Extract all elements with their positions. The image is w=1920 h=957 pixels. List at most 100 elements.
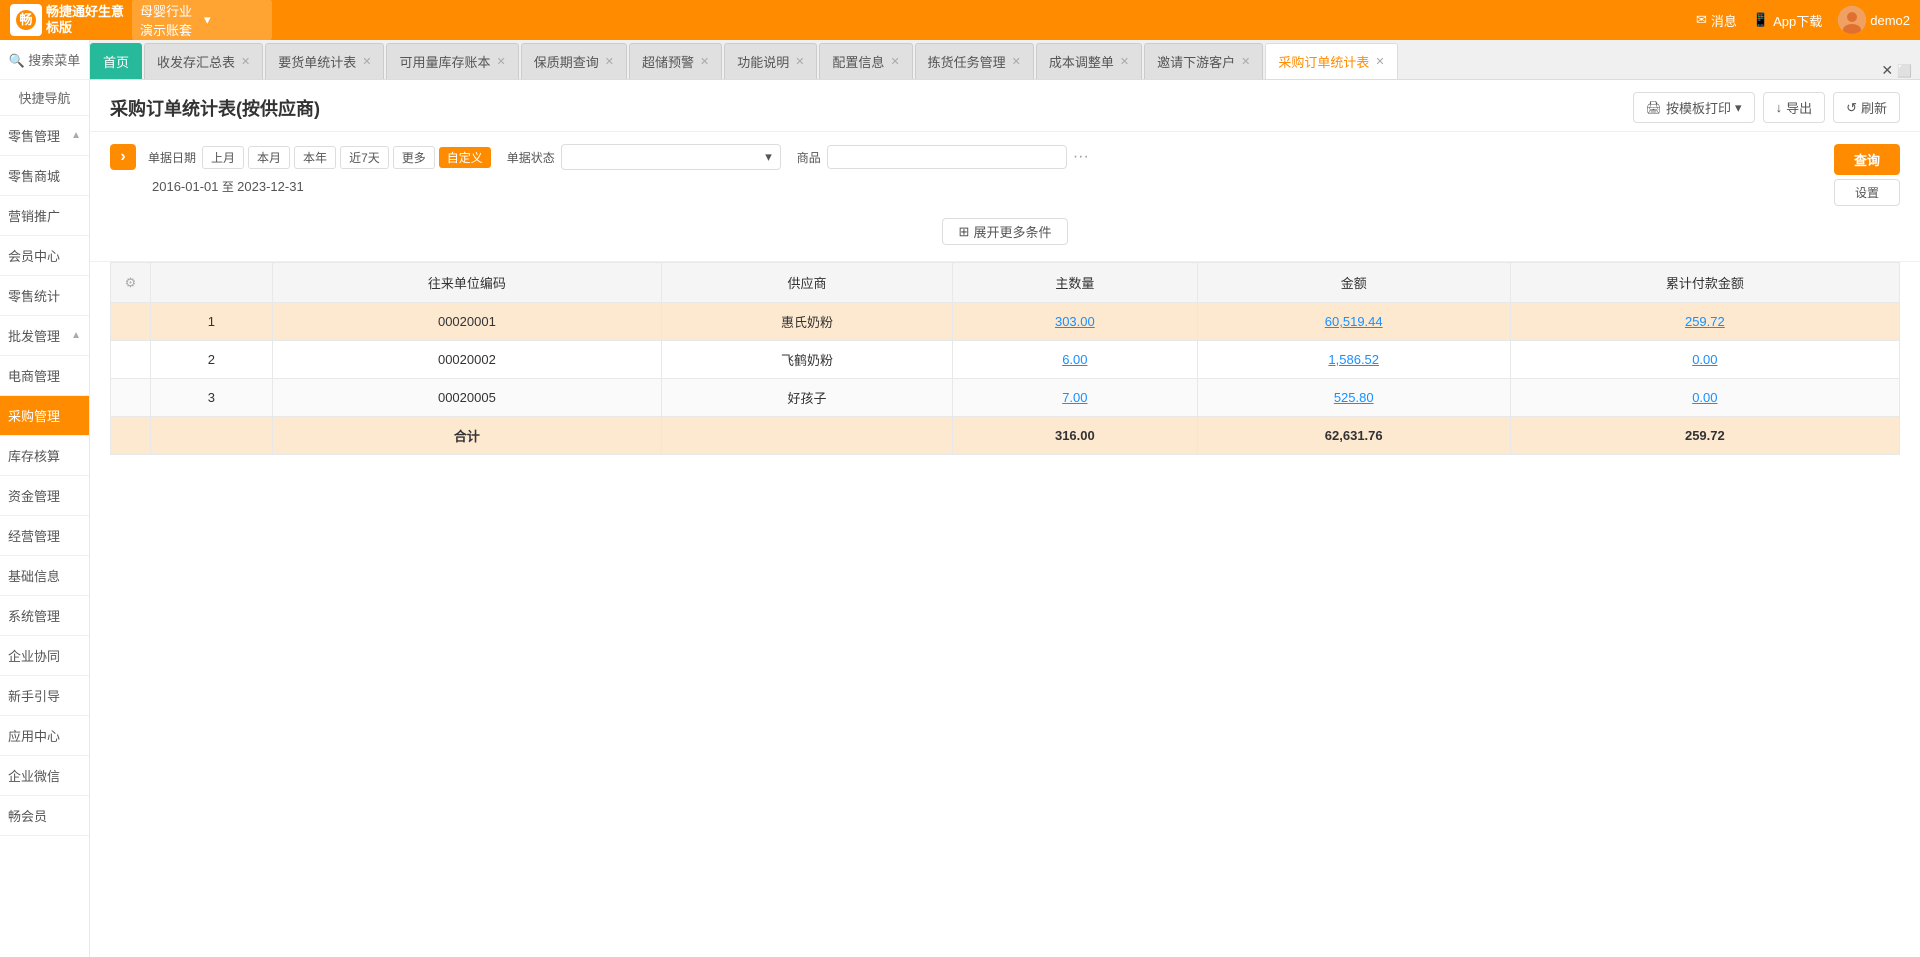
close-tab-icon[interactable]: ✕ <box>1241 55 1250 68</box>
sidebar-item-purchase[interactable]: 采购管理 <box>0 396 89 436</box>
user-profile[interactable]: demo2 <box>1838 6 1910 34</box>
status-select[interactable]: ▾ <box>561 144 781 170</box>
sidebar-item-retail-stats[interactable]: 零售统计 <box>0 276 89 316</box>
expand-conditions-btn[interactable]: ⊞ 展开更多条件 <box>942 218 1069 245</box>
settings-gear-icon[interactable]: ⚙ <box>125 275 137 290</box>
data-table: ⚙ 往来单位编码 供应商 主数量 金额 累计付款金额 <box>110 262 1900 455</box>
last-7days-btn[interactable]: 近7天 <box>340 146 389 169</box>
qty-link[interactable]: 7.00 <box>1062 390 1087 405</box>
expand-icon: ⊞ <box>959 224 970 240</box>
td-qty: 6.00 <box>953 341 1198 379</box>
close-tab-icon[interactable]: ✕ <box>362 55 371 68</box>
export-button[interactable]: ↓ 导出 <box>1763 92 1826 123</box>
sidebar-item-label: 企业微信 <box>8 766 60 785</box>
close-tab-icon[interactable]: ✕ <box>890 55 899 68</box>
close-tab-icon[interactable]: ✕ <box>795 55 804 68</box>
refresh-icon: ↺ <box>1846 100 1857 116</box>
sidebar-item-wholesale[interactable]: 批发管理 ▲ <box>0 316 89 356</box>
close-tab-icon[interactable]: ✕ <box>605 55 614 68</box>
this-month-btn[interactable]: 本月 <box>248 146 290 169</box>
message-action[interactable]: ✉ 消息 <box>1696 11 1737 30</box>
sidebar-item-member[interactable]: 会员中心 <box>0 236 89 276</box>
td-partner-code: 00020005 <box>272 379 661 417</box>
tab-cost-adjust[interactable]: 成本调整单 ✕ <box>1036 43 1142 79</box>
last-month-btn[interactable]: 上月 <box>202 146 244 169</box>
table-row[interactable]: 1 00020001 惠氏奶粉 303.00 60,519.44 259.72 <box>111 303 1900 341</box>
account-dropdown[interactable]: 母婴行业演示账套 ▾ <box>132 0 272 41</box>
sidebar-item-retail-shop[interactable]: 零售商城 <box>0 156 89 196</box>
amount-link[interactable]: 525.80 <box>1334 390 1374 405</box>
more-dates-btn[interactable]: 更多 <box>393 146 435 169</box>
app-download-action[interactable]: 📱 App下载 <box>1753 11 1822 30</box>
sidebar-item-app-center[interactable]: 应用中心 <box>0 716 89 756</box>
refresh-button[interactable]: ↺ 刷新 <box>1833 92 1900 123</box>
td-checkbox <box>111 341 151 379</box>
sidebar-item-retail-manage[interactable]: 零售管理 ▲ <box>0 116 89 156</box>
tab-expiry-query[interactable]: 保质期查询 ✕ <box>521 43 627 79</box>
sidebar-item-marketing[interactable]: 营销推广 <box>0 196 89 236</box>
close-tab-icon[interactable]: ✕ <box>241 55 250 68</box>
close-tab-icon[interactable]: ✕ <box>1375 55 1384 68</box>
close-tab-icon[interactable]: ✕ <box>1120 55 1129 68</box>
search-menu[interactable]: 🔍 搜索菜单 <box>0 40 89 80</box>
close-window-btn[interactable]: ✕ <box>1881 62 1893 79</box>
tab-home[interactable]: 首页 <box>90 43 142 79</box>
username: demo2 <box>1870 13 1910 28</box>
close-tab-icon[interactable]: ✕ <box>497 55 506 68</box>
amount-link[interactable]: 60,519.44 <box>1325 314 1383 329</box>
query-button[interactable]: 查询 <box>1834 144 1900 175</box>
tab-label: 配置信息 <box>832 52 884 71</box>
th-supplier: 供应商 <box>662 263 953 303</box>
maximize-window-btn[interactable]: ⬜ <box>1897 64 1912 78</box>
tab-purchase-order-stats[interactable]: 要货单统计表 ✕ <box>265 43 384 79</box>
print-button[interactable]: 🖨 按模板打印 ▾ <box>1633 92 1755 123</box>
sidebar-item-label: 零售管理 <box>8 126 60 145</box>
sidebar-item-wechat[interactable]: 企业微信 <box>0 756 89 796</box>
this-year-btn[interactable]: 本年 <box>294 146 336 169</box>
sidebar-item-enterprise[interactable]: 企业协同 <box>0 636 89 676</box>
settings-button[interactable]: 设置 <box>1834 179 1900 206</box>
sidebar-item-basic-info[interactable]: 基础信息 <box>0 556 89 596</box>
sidebar: 🔍 搜索菜单 快捷导航 零售管理 ▲ 零售商城 营销推广 会员中心 零售统计 批… <box>0 40 90 957</box>
th-settings[interactable]: ⚙ <box>111 263 151 303</box>
tab-picking-task[interactable]: 拣货任务管理 ✕ <box>915 43 1034 79</box>
qty-link[interactable]: 6.00 <box>1062 352 1087 367</box>
sidebar-item-inventory[interactable]: 库存核算 <box>0 436 89 476</box>
close-tab-icon[interactable]: ✕ <box>700 55 709 68</box>
sidebar-item-ecommerce[interactable]: 电商管理 <box>0 356 89 396</box>
tab-func-desc[interactable]: 功能说明 ✕ <box>724 43 817 79</box>
tab-home-label: 首页 <box>103 52 129 71</box>
phone-icon: 📱 <box>1753 12 1769 28</box>
sidebar-item-new-guide[interactable]: 新手引导 <box>0 676 89 716</box>
table-area: ⚙ 往来单位编码 供应商 主数量 金额 累计付款金额 <box>90 262 1920 475</box>
sidebar-item-operations[interactable]: 经营管理 <box>0 516 89 556</box>
tab-available-inventory[interactable]: 可用量库存账本 ✕ <box>386 43 518 79</box>
tab-label: 功能说明 <box>737 52 789 71</box>
more-options-icon[interactable]: ··· <box>1073 148 1089 166</box>
date-shortcuts: 上月 本月 本年 近7天 更多 自定义 <box>202 146 491 169</box>
sidebar-item-label: 零售商城 <box>8 166 60 185</box>
qty-link[interactable]: 303.00 <box>1055 314 1095 329</box>
paid-link[interactable]: 259.72 <box>1685 314 1725 329</box>
filter-toggle-btn[interactable]: › <box>110 144 136 170</box>
tab-invite-downstream[interactable]: 邀请下游客户 ✕ <box>1144 43 1263 79</box>
tab-receive-pay[interactable]: 收发存汇总表 ✕ <box>144 43 263 79</box>
sidebar-item-finance[interactable]: 资金管理 <box>0 476 89 516</box>
quick-nav[interactable]: 快捷导航 <box>0 80 89 116</box>
td-qty: 7.00 <box>953 379 1198 417</box>
paid-link[interactable]: 0.00 <box>1692 352 1717 367</box>
tab-overstock-alert[interactable]: 超储预警 ✕ <box>629 43 722 79</box>
close-tab-icon[interactable]: ✕ <box>1012 55 1021 68</box>
sidebar-item-system[interactable]: 系统管理 <box>0 596 89 636</box>
goods-input[interactable] <box>827 145 1067 169</box>
paid-link[interactable]: 0.00 <box>1692 390 1717 405</box>
table-row[interactable]: 2 00020002 飞鹤奶粉 6.00 1,586.52 0.00 <box>111 341 1900 379</box>
tab-config-info[interactable]: 配置信息 ✕ <box>819 43 912 79</box>
status-filter-label: 单据状态 <box>507 149 555 166</box>
tab-purchase-order-summary[interactable]: 采购订单统计表 ✕ <box>1265 43 1397 79</box>
td-footer-empty1 <box>111 417 151 455</box>
td-index: 1 <box>151 303 273 341</box>
amount-link[interactable]: 1,586.52 <box>1328 352 1379 367</box>
table-row[interactable]: 3 00020005 好孩子 7.00 525.80 0.00 <box>111 379 1900 417</box>
sidebar-item-vip[interactable]: 畅会员 <box>0 796 89 836</box>
